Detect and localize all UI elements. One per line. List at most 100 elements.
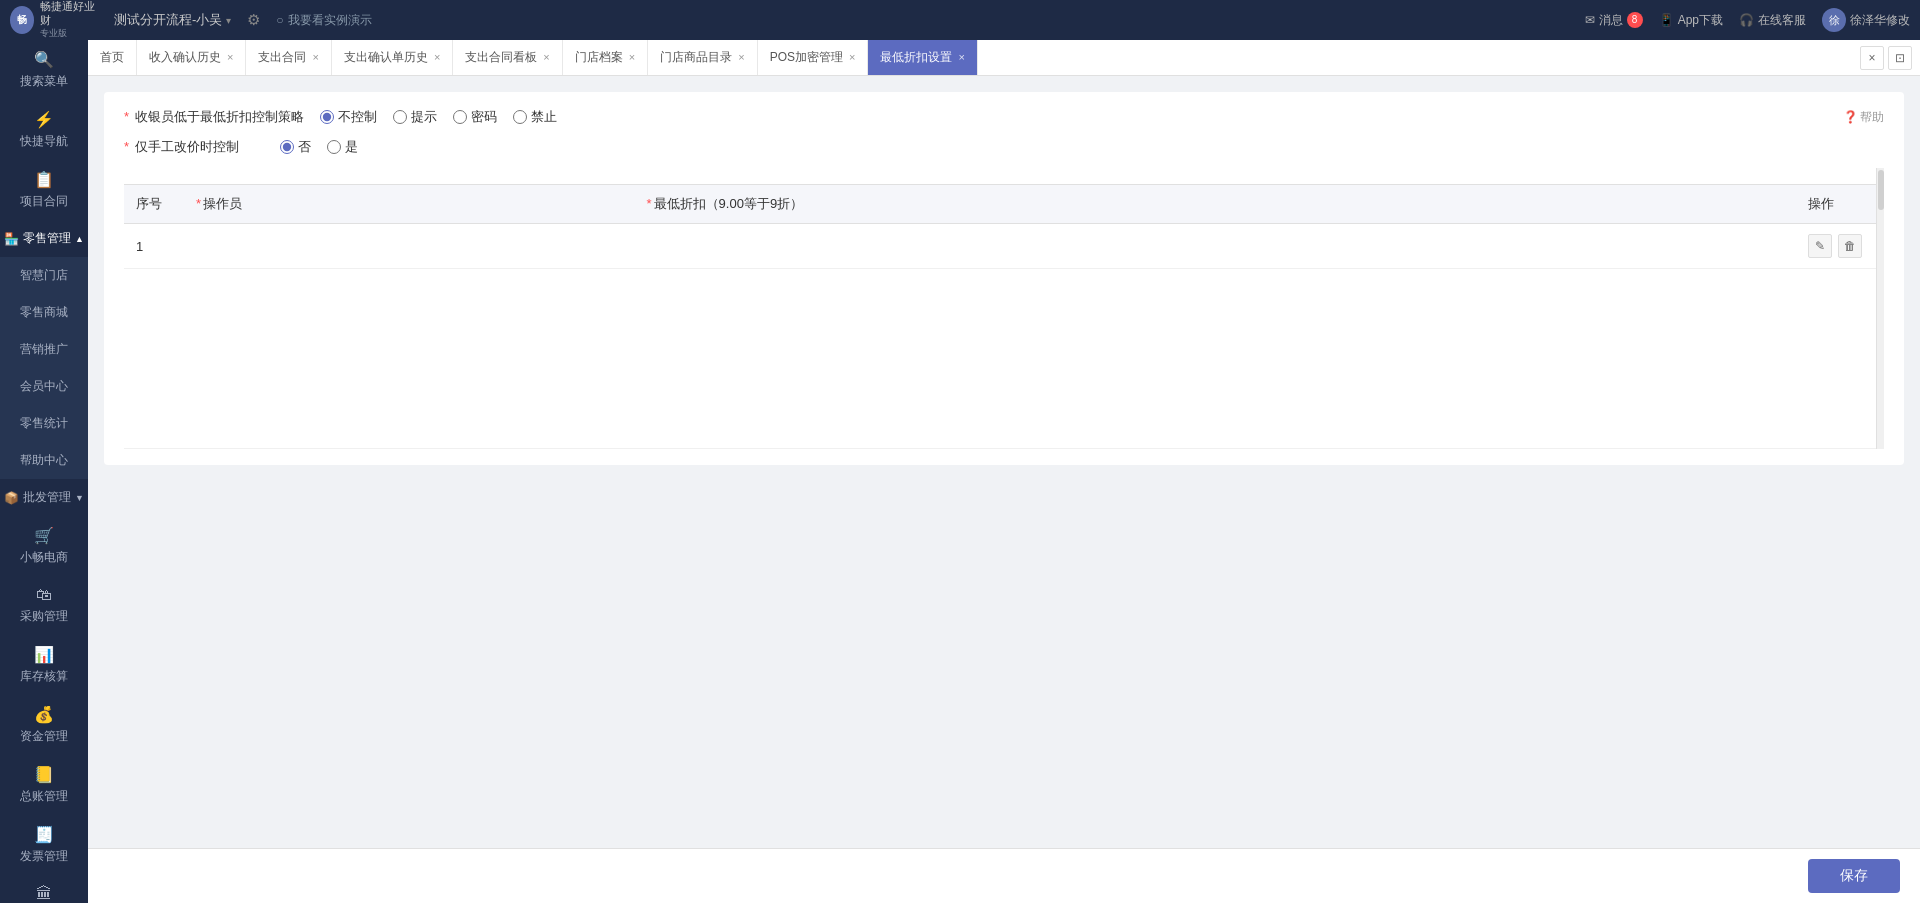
project-name: 测试分开流程-小吴 [114, 11, 222, 29]
sidebar-item-inventory[interactable]: 📊 库存核算 [0, 635, 88, 695]
radio-forbid-input[interactable] [513, 110, 527, 124]
sidebar-item-smart-store[interactable]: 智慧门店 [0, 257, 88, 294]
radio-password[interactable]: 密码 [453, 108, 497, 126]
sidebar-item-purchase[interactable]: 🛍 采购管理 [0, 576, 88, 635]
tab-label: 最低折扣设置 [880, 49, 952, 66]
help-icon: ❓ [1843, 110, 1858, 124]
tab-menu-btn[interactable]: ⊡ [1888, 46, 1912, 70]
sidebar-item-invoice[interactable]: 🧾 发票管理 [0, 815, 88, 875]
purchase-icon: 🛍 [36, 586, 52, 604]
scrollbar-thumb [1878, 170, 1884, 210]
sidebar-item-retail[interactable]: 🏪 零售管理 ▲ [0, 220, 88, 257]
tab-expenditure-history[interactable]: 支出确认单历史 × [332, 40, 453, 76]
avatar: 徐 [1822, 8, 1846, 32]
sidebar-item-ledger[interactable]: 📒 总账管理 [0, 755, 88, 815]
edit-btn[interactable]: ✎ [1808, 234, 1832, 258]
radio-hint-input[interactable] [393, 110, 407, 124]
tab-home[interactable]: 首页 [88, 40, 137, 76]
table-wrapper: 序号 *操作员 *最低折扣（9.00等于9折） 操作 [124, 168, 1884, 449]
sidebar-item-marketing[interactable]: 营销推广 [0, 331, 88, 368]
chevron-down-icon: ▼ [75, 493, 84, 503]
sidebar-item-retail-mall[interactable]: 零售商城 [0, 294, 88, 331]
cell-discount [635, 224, 1796, 269]
user-name-label: 徐泽华修改 [1850, 12, 1910, 29]
sidebar-item-help[interactable]: 帮助中心 [0, 442, 88, 479]
radio-yes[interactable]: 是 [327, 138, 358, 156]
radio-no-label: 否 [298, 138, 311, 156]
tab-close-btn[interactable]: × [1860, 46, 1884, 70]
tab-store-products[interactable]: 门店商品目录 × [648, 40, 757, 76]
project-selector[interactable]: 测试分开流程-小吴 ▾ [114, 11, 231, 29]
retail-icon: 🏪 [4, 232, 19, 246]
logo-area: 畅 畅捷通好业财 专业版 [10, 0, 98, 39]
logo-text: 畅捷通好业财 [40, 0, 98, 26]
help-link[interactable]: ❓ 帮助 [1843, 109, 1884, 126]
sidebar-item-quicknav[interactable]: ⚡ 快捷导航 [0, 100, 88, 160]
user-profile-btn[interactable]: 徐 徐泽华修改 [1822, 8, 1910, 32]
tab-pos-password[interactable]: POS加密管理 × [758, 40, 869, 76]
radio-yes-input[interactable] [327, 140, 341, 154]
messages-btn[interactable]: ✉ 消息 8 [1585, 12, 1643, 29]
sidebar-item-label: 帮助中心 [20, 452, 68, 469]
message-icon: ✉ [1585, 13, 1595, 27]
discount-table: 序号 *操作员 *最低折扣（9.00等于9折） 操作 [124, 184, 1876, 449]
sidebar-item-wholesale[interactable]: 📦 批发管理 ▼ [0, 479, 88, 516]
tab-label: 收入确认历史 [149, 49, 221, 66]
tab-close-icon[interactable]: × [312, 52, 318, 63]
tab-close-icon[interactable]: × [849, 52, 855, 63]
radio-no-control-input[interactable] [320, 110, 334, 124]
strategy-radio-group: 不控制 提示 密码 禁止 [320, 108, 557, 126]
header-right: ✉ 消息 8 📱 App下载 🎧 在线客服 徐 徐泽华修改 [1585, 8, 1910, 32]
tax-icon: 🏛 [36, 885, 52, 903]
sidebar-item-member[interactable]: 会员中心 [0, 368, 88, 405]
sidebar-item-tax[interactable]: 🏛 税务管理 [0, 875, 88, 903]
settings-icon[interactable]: ⚙ [247, 11, 260, 29]
radio-forbid-label: 禁止 [531, 108, 557, 126]
logo-icon: 畅 [10, 6, 34, 34]
sidebar-item-contract[interactable]: 📋 项目合同 [0, 160, 88, 220]
page-footer: 保存 [88, 848, 1920, 903]
sidebar-item-label: 批发管理 [23, 489, 71, 506]
tab-close-icon[interactable]: × [629, 52, 635, 63]
radio-yes-label: 是 [345, 138, 358, 156]
table-scrollbar[interactable] [1876, 168, 1884, 449]
manual-price-label: * 仅手工改价时控制 [124, 138, 264, 156]
sidebar-item-finance[interactable]: 💰 资金管理 [0, 695, 88, 755]
online-service-btn[interactable]: 🎧 在线客服 [1739, 12, 1806, 29]
tab-label: 支出合同 [258, 49, 306, 66]
sidebar-item-label: 快捷导航 [20, 133, 68, 150]
radio-forbid[interactable]: 禁止 [513, 108, 557, 126]
tab-close-icon[interactable]: × [227, 52, 233, 63]
tab-close-icon[interactable]: × [738, 52, 744, 63]
demo-link[interactable]: ○ 我要看实例演示 [276, 12, 371, 29]
inventory-icon: 📊 [34, 645, 54, 664]
sidebar-item-ecommerce[interactable]: 🛒 小畅电商 [0, 516, 88, 576]
col-header-seq: 序号 [124, 185, 184, 224]
tab-expenditure-contract[interactable]: 支出合同 × [246, 40, 331, 76]
cell-seq: 1 [124, 224, 184, 269]
demo-link-label: 我要看实例演示 [288, 12, 372, 29]
sidebar-item-retail-stats[interactable]: 零售统计 [0, 405, 88, 442]
sidebar-item-search[interactable]: 🔍 搜索菜单 [0, 40, 88, 100]
tab-close-icon[interactable]: × [434, 52, 440, 63]
radio-no[interactable]: 否 [280, 138, 311, 156]
tab-expenditure-board[interactable]: 支出合同看板 × [453, 40, 562, 76]
tab-close-icon[interactable]: × [543, 52, 549, 63]
delete-btn[interactable]: 🗑 [1838, 234, 1862, 258]
tab-store-profile[interactable]: 门店档案 × [563, 40, 648, 76]
chevron-down-icon: ▾ [226, 15, 231, 26]
radio-password-input[interactable] [453, 110, 467, 124]
header-center: 测试分开流程-小吴 ▾ ⚙ ○ 我要看实例演示 [98, 11, 1585, 29]
tab-min-discount[interactable]: 最低折扣设置 × [868, 40, 977, 76]
save-button[interactable]: 保存 [1808, 859, 1900, 893]
main-layout: 🔍 搜索菜单 ⚡ 快捷导航 📋 项目合同 🏪 零售管理 ▲ 智慧门店 零售商城 … [0, 40, 1920, 903]
radio-no-control[interactable]: 不控制 [320, 108, 377, 126]
sidebar-item-label: 资金管理 [20, 728, 68, 745]
form-row-strategy: * 收银员低于最低折扣控制策略 不控制 提示 [124, 108, 1884, 126]
sidebar-item-label: 库存核算 [20, 668, 68, 685]
app-download-btn[interactable]: 📱 App下载 [1659, 12, 1723, 29]
radio-hint[interactable]: 提示 [393, 108, 437, 126]
tab-close-icon[interactable]: × [958, 52, 964, 63]
tab-income-history[interactable]: 收入确认历史 × [137, 40, 246, 76]
radio-no-input[interactable] [280, 140, 294, 154]
